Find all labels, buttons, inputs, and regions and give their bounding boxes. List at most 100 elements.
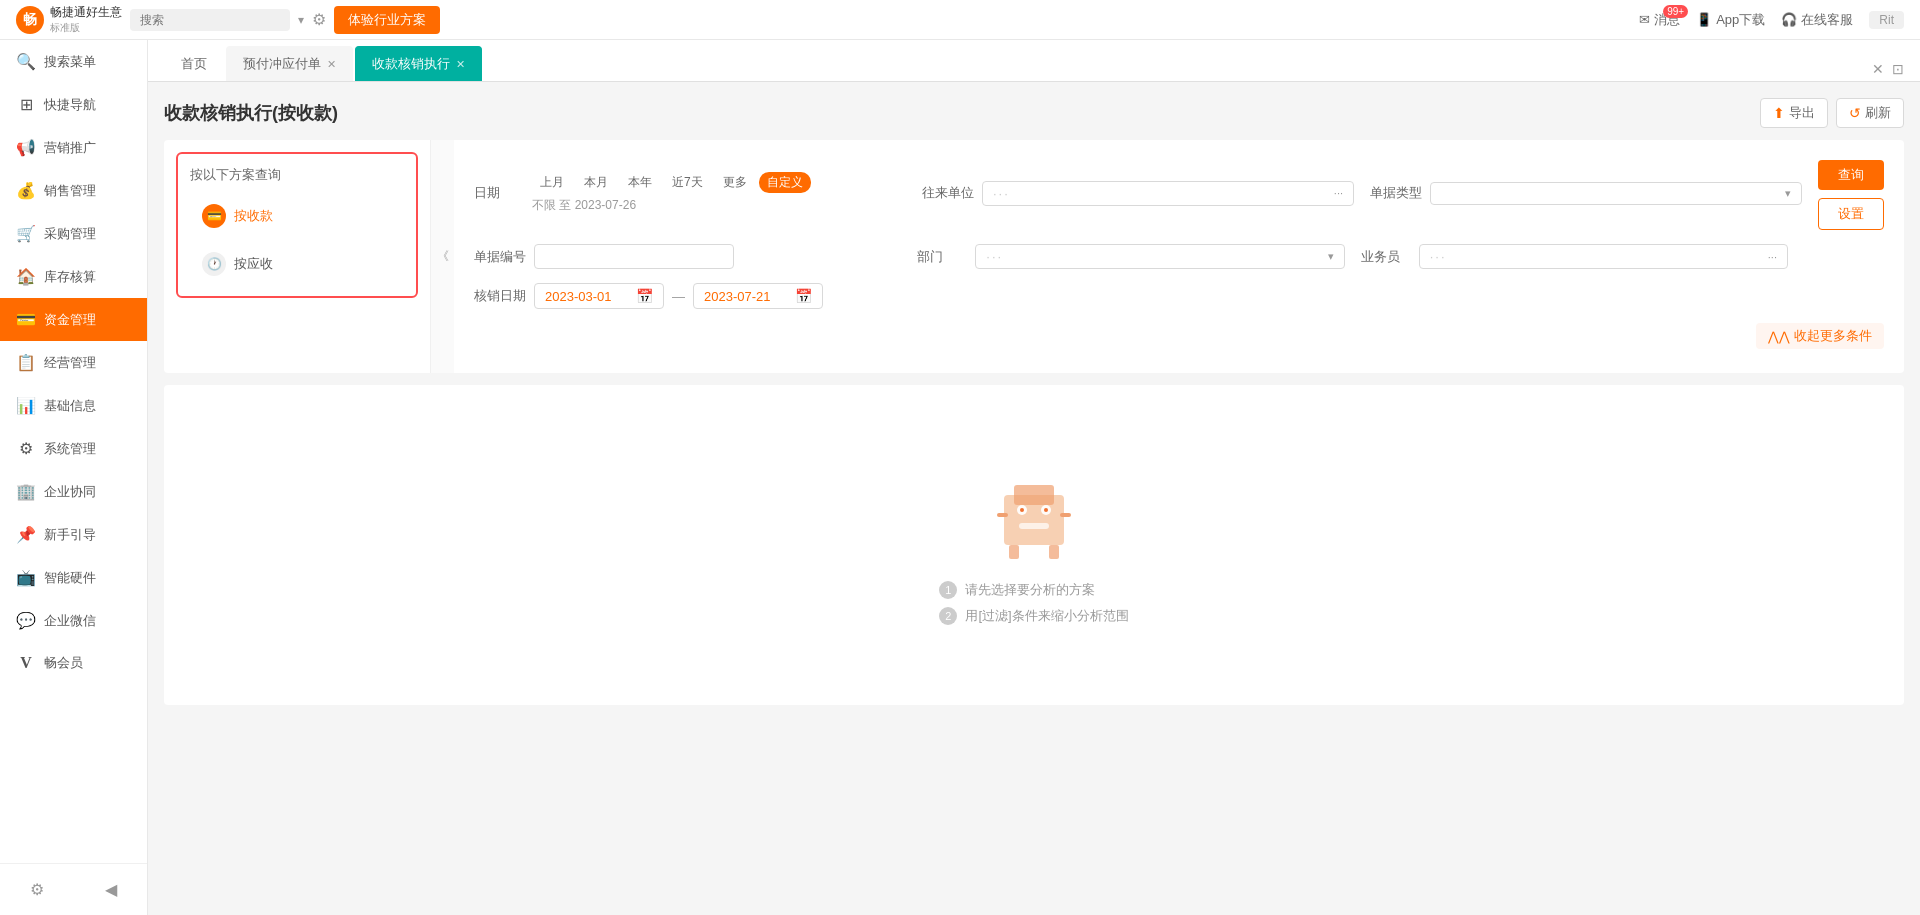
sidebar-label-hardware: 智能硬件 <box>44 569 96 587</box>
sidebar-item-purchase[interactable]: 🛒 采购管理 <box>0 212 147 255</box>
sidebar-label-search: 搜索菜单 <box>44 53 96 71</box>
beginner-icon: 📌 <box>16 525 36 544</box>
filter-option-by-receipt[interactable]: 💳 按收款 <box>190 196 404 236</box>
date-start-input[interactable]: 2023-03-01 📅 <box>534 283 664 309</box>
sidebar-settings-icon[interactable]: ⚙ <box>22 872 52 907</box>
filter-option-by-receivable[interactable]: 🕐 按应收 <box>190 244 404 284</box>
date-pill-more[interactable]: 更多 <box>715 172 755 193</box>
filter-row-1: 日期 上月 本月 本年 近7天 更多 自定义 不限 至 <box>474 156 1884 230</box>
filter-docnum-input[interactable] <box>534 244 734 269</box>
page-title: 收款核销执行(按收款) <box>164 101 338 125</box>
service-icon: 🎧 <box>1781 12 1797 27</box>
sidebar-item-operations[interactable]: 📋 经营管理 <box>0 341 147 384</box>
export-btn[interactable]: ⬆ 导出 <box>1760 98 1828 128</box>
gear-icon[interactable]: ⚙ <box>312 10 326 29</box>
sidebar-label-wechat: 企业微信 <box>44 612 96 630</box>
tab-home-label: 首页 <box>181 55 207 73</box>
sidebar-item-inventory[interactable]: 🏠 库存核算 <box>0 255 147 298</box>
dropdown-chevron-icon[interactable]: ▾ <box>298 13 304 27</box>
sales-icon: 💰 <box>16 181 36 200</box>
filter-sidebar: 按以下方案查询 💳 按收款 <box>182 158 412 292</box>
tab-receipt-offset-label: 收款核销执行 <box>372 55 450 73</box>
tab-bar: 首页 预付冲应付单 ✕ 收款核销执行 ✕ ✕ ⊡ <box>148 40 1920 82</box>
collapse-more-btn[interactable]: ⋀⋀ 收起更多条件 <box>1756 323 1884 349</box>
cal-start-icon: 📅 <box>636 288 653 304</box>
filter-dept-select[interactable]: ··· ▾ <box>975 244 1344 269</box>
filter-row-2: 单据编号 部门 ··· ▾ 业务员 <box>474 244 1884 269</box>
tab-receipt-offset[interactable]: 收款核销执行 ✕ <box>355 46 482 81</box>
filter-settings-btn[interactable]: 设置 <box>1818 198 1884 230</box>
filter-partner-item: 往来单位 ··· ··· <box>922 181 1354 206</box>
refresh-btn[interactable]: ↺ 刷新 <box>1836 98 1904 128</box>
brand-sub: 标准版 <box>50 21 122 35</box>
date-pill-this-month[interactable]: 本月 <box>576 172 616 193</box>
sidebar-label-sales: 销售管理 <box>44 182 96 200</box>
svg-rect-7 <box>1009 545 1019 559</box>
tab-prepay-close-icon[interactable]: ✕ <box>327 58 336 71</box>
sidebar-item-member[interactable]: V 畅会员 <box>0 642 147 684</box>
date-pills: 上月 本月 本年 近7天 更多 自定义 <box>532 172 811 193</box>
collapse-up-icon: ⋀⋀ <box>1768 329 1790 344</box>
filter-partner-select[interactable]: ··· ··· <box>982 181 1354 206</box>
tab-close-all-icon[interactable]: ✕ <box>1872 61 1884 77</box>
date-pill-custom[interactable]: 自定义 <box>759 172 811 193</box>
tab-prepay-label: 预付冲应付单 <box>243 55 321 73</box>
by-receivable-icon: 🕐 <box>202 252 226 276</box>
filter-doctype-select[interactable]: ▾ <box>1430 182 1802 205</box>
sidebar-label-basic: 基础信息 <box>44 397 96 415</box>
search-icon: 🔍 <box>16 52 36 71</box>
sidebar-item-wechat[interactable]: 💬 企业微信 <box>0 599 147 642</box>
online-service-link[interactable]: 🎧 在线客服 <box>1781 11 1853 29</box>
user-avatar[interactable]: Rit <box>1869 11 1904 29</box>
date-pill-7days[interactable]: 近7天 <box>664 172 711 193</box>
filter-offsetdate-item: 核销日期 2023-03-01 📅 — 2023-07-21 📅 <box>474 283 1884 309</box>
logo-icon: 畅 <box>16 6 44 34</box>
wechat-icon: 💬 <box>16 611 36 630</box>
tab-expand-icon[interactable]: ⊡ <box>1892 61 1904 77</box>
filter-sidebar-border: 按以下方案查询 💳 按收款 <box>176 152 418 298</box>
tip-num-1: 1 <box>939 581 957 599</box>
tab-receipt-offset-close-icon[interactable]: ✕ <box>456 58 465 71</box>
sidebar-item-marketing[interactable]: 📢 营销推广 <box>0 126 147 169</box>
app-icon: 📱 <box>1696 12 1712 27</box>
sidebar-item-finance[interactable]: 💳 资金管理 <box>0 298 147 341</box>
tab-prepay[interactable]: 预付冲应付单 ✕ <box>226 46 353 81</box>
finance-icon: 💳 <box>16 310 36 329</box>
svg-point-5 <box>1044 508 1048 512</box>
purchase-icon: 🛒 <box>16 224 36 243</box>
industry-btn[interactable]: 体验行业方案 <box>334 6 440 34</box>
sidebar-item-basic[interactable]: 📊 基础信息 <box>0 384 147 427</box>
sidebar-item-search[interactable]: 🔍 搜索菜单 <box>0 40 147 83</box>
brand-info: 畅捷通好生意 标准版 <box>50 4 122 35</box>
sidebar-item-enterprise[interactable]: 🏢 企业协同 <box>0 470 147 513</box>
date-pill-this-year[interactable]: 本年 <box>620 172 660 193</box>
sidebar-item-hardware[interactable]: 📺 智能硬件 <box>0 556 147 599</box>
date-end-input[interactable]: 2023-07-21 📅 <box>693 283 823 309</box>
search-input[interactable] <box>130 9 290 31</box>
messages-btn[interactable]: ✉ 消息 99+ <box>1639 11 1680 29</box>
basic-icon: 📊 <box>16 396 36 415</box>
filter-collapse-btn[interactable]: 《 <box>430 140 454 373</box>
sidebar-item-system[interactable]: ⚙ 系统管理 <box>0 427 147 470</box>
date-pill-last-month[interactable]: 上月 <box>532 172 572 193</box>
svg-rect-1 <box>1014 485 1054 505</box>
page-content: 收款核销执行(按收款) ⬆ 导出 ↺ 刷新 <box>148 82 1920 915</box>
filter-docnum-item: 单据编号 <box>474 244 901 269</box>
sidebar-label-marketing: 营销推广 <box>44 139 96 157</box>
by-receipt-icon: 💳 <box>202 204 226 228</box>
filter-dept-item: 部门 ··· ▾ <box>917 244 1344 269</box>
query-btn[interactable]: 查询 <box>1818 160 1884 190</box>
topbar-left: 畅 畅捷通好生意 标准版 ▾ ⚙ 体验行业方案 <box>16 4 440 35</box>
sidebar-item-sales[interactable]: 💰 销售管理 <box>0 169 147 212</box>
sidebar-collapse-icon[interactable]: ◀ <box>97 872 125 907</box>
app-download-link[interactable]: 📱 App下载 <box>1696 11 1765 29</box>
sidebar-item-beginner[interactable]: 📌 新手引导 <box>0 513 147 556</box>
topbar: 畅 畅捷通好生意 标准版 ▾ ⚙ 体验行业方案 ✉ 消息 99+ 📱 App下载… <box>0 0 1920 40</box>
sidebar-item-nav[interactable]: ⊞ 快捷导航 <box>0 83 147 126</box>
inventory-icon: 🏠 <box>16 267 36 286</box>
tab-home[interactable]: 首页 <box>164 46 224 81</box>
enterprise-icon: 🏢 <box>16 482 36 501</box>
filter-date-item: 日期 上月 本月 本年 近7天 更多 自定义 不限 至 <box>474 172 906 214</box>
messages-badge: 99+ <box>1663 5 1688 18</box>
filter-employee-select[interactable]: ··· ··· <box>1419 244 1788 269</box>
